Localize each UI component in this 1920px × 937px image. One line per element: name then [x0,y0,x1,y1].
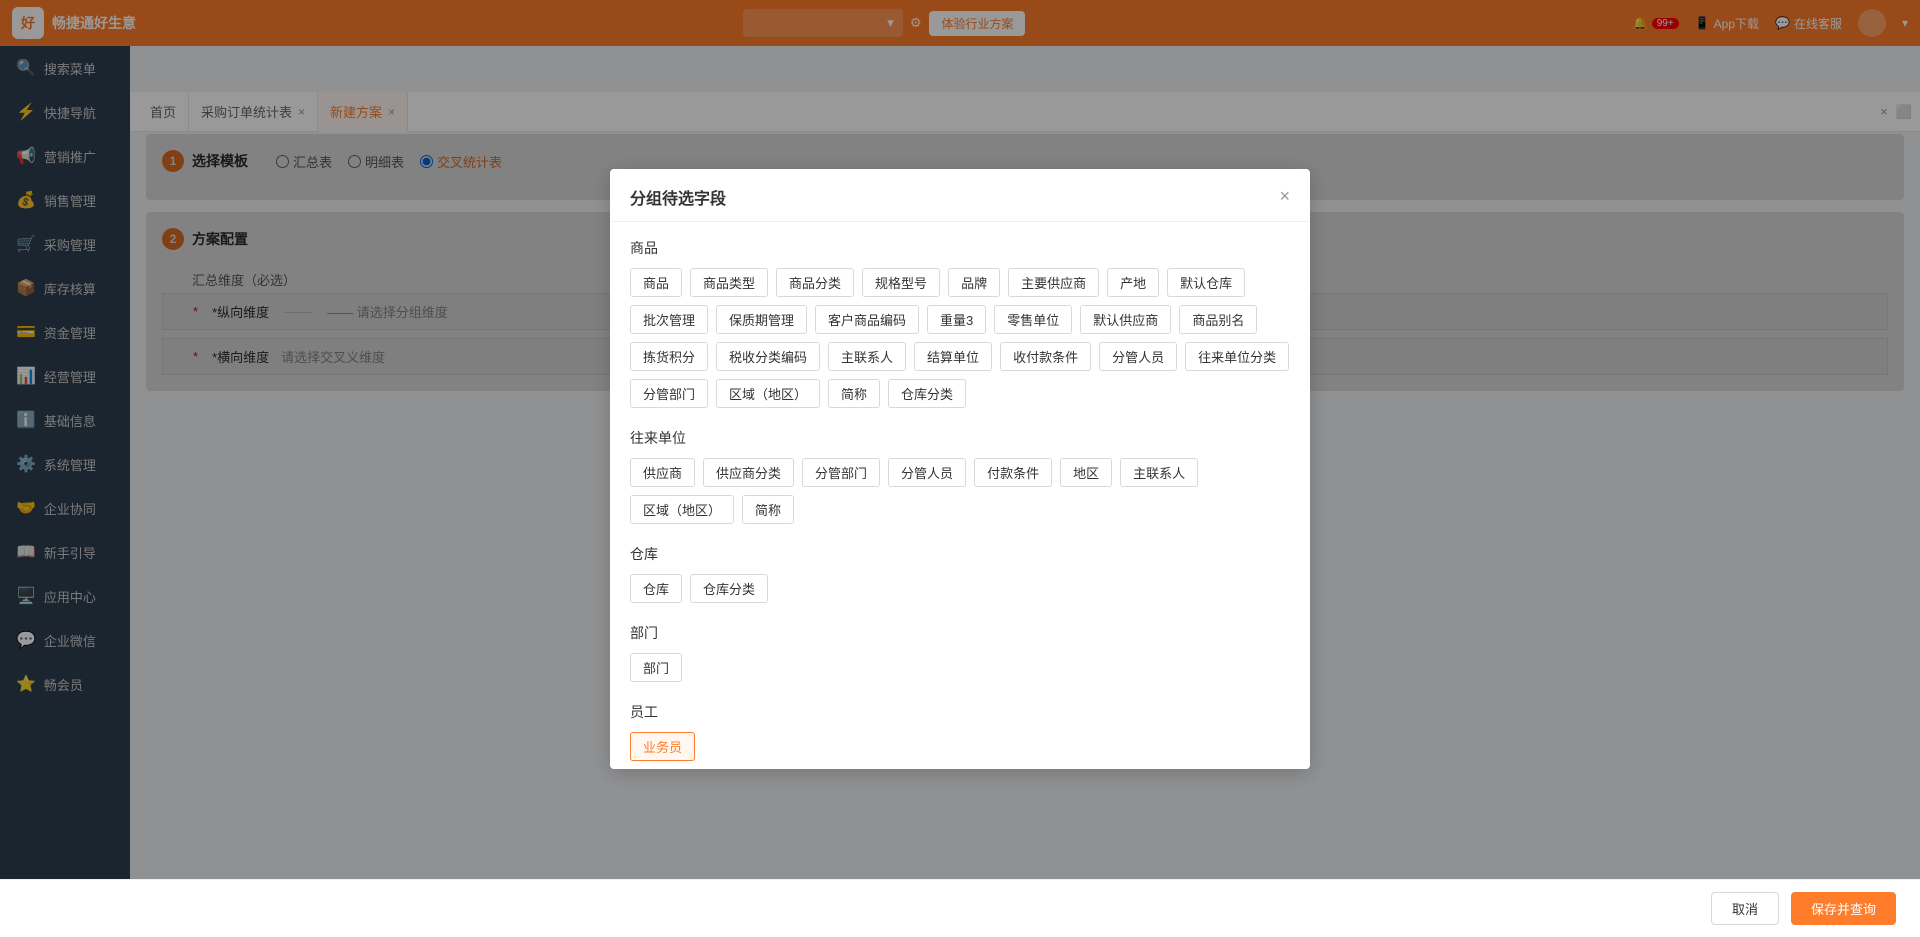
tag-tax-code[interactable]: 税收分类编码 [716,342,820,371]
tag-warehouse-cat[interactable]: 仓库分类 [888,379,966,408]
tag-batch-mgmt[interactable]: 批次管理 [630,305,708,334]
dialog-body[interactable]: 商品 商品 商品类型 商品分类 规格型号 品牌 主要供应商 产地 默认仓库 批次… [610,222,1310,769]
tag-payment-terms[interactable]: 收付款条件 [1000,342,1091,371]
section-goods-label: 商品 [630,238,1290,258]
section-employee-label: 员工 [630,702,1290,722]
tag-goods[interactable]: 商品 [630,268,682,297]
tag-short-name[interactable]: 简称 [828,379,880,408]
dialog-header: 分组待选字段 × [610,169,1310,222]
section-warehouse: 仓库 仓库 仓库分类 [630,544,1290,603]
section-partner: 往来单位 供应商 供应商分类 分管部门 分管人员 付款条件 地区 主联系人 区域… [630,428,1290,524]
tag-partner-dept[interactable]: 分管部门 [802,458,880,487]
tag-weight[interactable]: 重量3 [927,305,986,334]
tag-main-supplier[interactable]: 主要供应商 [1008,268,1099,297]
dept-tags: 部门 [630,653,1290,682]
tag-partner-short[interactable]: 简称 [742,495,794,524]
tag-goods-alias[interactable]: 商品别名 [1179,305,1257,334]
tag-spec-model[interactable]: 规格型号 [862,268,940,297]
confirm-button[interactable]: 保存并查询 [1791,892,1896,925]
tag-customer-code[interactable]: 客户商品编码 [815,305,919,334]
cancel-button[interactable]: 取消 [1711,892,1779,925]
tag-default-warehouse[interactable]: 默认仓库 [1167,268,1245,297]
section-partner-label: 往来单位 [630,428,1290,448]
section-dept: 部门 部门 [630,623,1290,682]
tag-partner-category[interactable]: 往来单位分类 [1185,342,1289,371]
tag-wh-cat[interactable]: 仓库分类 [690,574,768,603]
tag-partner-region[interactable]: 区域（地区） [630,495,734,524]
tag-brand[interactable]: 品牌 [948,268,1000,297]
tag-partner-contact[interactable]: 主联系人 [1120,458,1198,487]
overlay: 分组待选字段 × 商品 商品 商品类型 商品分类 规格型号 品牌 主要供应商 产… [0,0,1920,937]
warehouse-tags: 仓库 仓库分类 [630,574,1290,603]
tag-main-contact[interactable]: 主联系人 [828,342,906,371]
section-dept-label: 部门 [630,623,1290,643]
dialog-close-icon[interactable]: × [1279,186,1290,207]
tag-shelf-life[interactable]: 保质期管理 [716,305,807,334]
tag-origin[interactable]: 产地 [1107,268,1159,297]
tag-retail-unit[interactable]: 零售单位 [994,305,1072,334]
tag-default-supplier[interactable]: 默认供应商 [1080,305,1171,334]
tag-area[interactable]: 地区 [1060,458,1112,487]
section-goods: 商品 商品 商品类型 商品分类 规格型号 品牌 主要供应商 产地 默认仓库 批次… [630,238,1290,408]
goods-tags: 商品 商品类型 商品分类 规格型号 品牌 主要供应商 产地 默认仓库 批次管理 … [630,268,1290,408]
tag-wh[interactable]: 仓库 [630,574,682,603]
dialog-title: 分组待选字段 [630,185,726,209]
dialog: 分组待选字段 × 商品 商品 商品类型 商品分类 规格型号 品牌 主要供应商 产… [610,169,1310,769]
tag-goods-type[interactable]: 商品类型 [690,268,768,297]
tag-supplier-cat[interactable]: 供应商分类 [703,458,794,487]
employee-tags: 业务员 [630,732,1290,761]
tag-manager[interactable]: 分管人员 [1099,342,1177,371]
tag-department[interactable]: 部门 [630,653,682,682]
tag-salesperson[interactable]: 业务员 [630,732,695,761]
section-warehouse-label: 仓库 [630,544,1290,564]
tag-pick-score[interactable]: 拣货积分 [630,342,708,371]
tag-settlement-unit[interactable]: 结算单位 [914,342,992,371]
tag-goods-category[interactable]: 商品分类 [776,268,854,297]
tag-payment-cond[interactable]: 付款条件 [974,458,1052,487]
tag-dept[interactable]: 分管部门 [630,379,708,408]
section-employee: 员工 业务员 [630,702,1290,761]
partner-tags: 供应商 供应商分类 分管部门 分管人员 付款条件 地区 主联系人 区域（地区） … [630,458,1290,524]
dialog-footer: 取消 保存并查询 [0,879,1920,937]
tag-region[interactable]: 区域（地区） [716,379,820,408]
tag-supplier[interactable]: 供应商 [630,458,695,487]
tag-partner-manager[interactable]: 分管人员 [888,458,966,487]
